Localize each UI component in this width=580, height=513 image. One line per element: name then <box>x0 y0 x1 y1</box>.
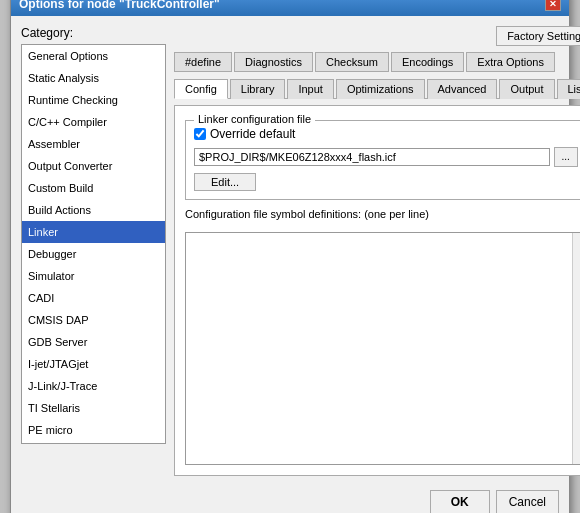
category-item[interactable]: Linker <box>22 221 165 243</box>
tabs-row1: #defineDiagnosticsChecksumEncodingsExtra… <box>174 52 580 72</box>
category-item[interactable]: Simulator <box>22 265 165 287</box>
symbol-textarea[interactable] <box>186 233 580 464</box>
category-item[interactable]: General Options <box>22 45 165 67</box>
tab-row1--define[interactable]: #define <box>174 52 232 72</box>
category-item[interactable]: Build Actions <box>22 199 165 221</box>
category-label: Category: <box>21 26 166 40</box>
tab-row2-library[interactable]: Library <box>230 79 286 99</box>
tab-row2-input[interactable]: Input <box>287 79 333 99</box>
footer: OK Cancel <box>11 486 569 514</box>
tab-row2-advanced[interactable]: Advanced <box>427 79 498 99</box>
category-item[interactable]: PE micro <box>22 419 165 441</box>
category-item[interactable]: Runtime Checking <box>22 89 165 111</box>
edit-button[interactable]: Edit... <box>194 173 256 191</box>
title-bar: Options for node "TruckController" ✕ <box>11 0 569 16</box>
right-panel: Factory Settings #defineDiagnosticsCheck… <box>174 26 580 476</box>
category-item[interactable]: Output Converter <box>22 155 165 177</box>
group-box-legend: Linker configuration file <box>194 113 315 125</box>
main-window: Options for node "TruckController" ✕ Cat… <box>10 0 570 513</box>
override-label: Override default <box>210 127 295 141</box>
category-item[interactable]: I-jet/JTAGjet <box>22 353 165 375</box>
tab-row1-diagnostics[interactable]: Diagnostics <box>234 52 313 72</box>
tab-row1-extra-options[interactable]: Extra Options <box>466 52 555 72</box>
category-item[interactable]: Debugger <box>22 243 165 265</box>
ok-button[interactable]: OK <box>430 490 490 514</box>
main-area: Linker configuration file Override defau… <box>174 105 580 476</box>
category-list: General OptionsStatic AnalysisRuntime Ch… <box>21 44 166 444</box>
tab-row2-optimizations[interactable]: Optimizations <box>336 79 425 99</box>
linker-config-group: Linker configuration file Override defau… <box>185 120 580 200</box>
tabs-row2: ConfigLibraryInputOptimizationsAdvancedO… <box>174 78 580 99</box>
scrollbar-vertical[interactable] <box>572 233 580 464</box>
file-path-input[interactable] <box>194 148 550 166</box>
category-item[interactable]: Static Analysis <box>22 67 165 89</box>
tab-row2-list[interactable]: List <box>557 79 581 99</box>
tab-row2-config[interactable]: Config <box>174 79 228 99</box>
tab-row1-checksum[interactable]: Checksum <box>315 52 389 72</box>
category-item[interactable]: GDB Server <box>22 331 165 353</box>
close-button[interactable]: ✕ <box>545 0 561 11</box>
category-item[interactable]: TI Stellaris <box>22 397 165 419</box>
category-item[interactable]: Custom Build <box>22 177 165 199</box>
cancel-button[interactable]: Cancel <box>496 490 559 514</box>
factory-settings-button[interactable]: Factory Settings <box>496 26 580 46</box>
symbol-definitions-label: Configuration file symbol definitions: (… <box>185 208 580 220</box>
category-item[interactable]: C/C++ Compiler <box>22 111 165 133</box>
category-item[interactable]: J-Link/J-Trace <box>22 375 165 397</box>
browse-button[interactable]: ... <box>554 147 578 167</box>
top-bar: Factory Settings <box>174 26 580 46</box>
symbol-textarea-wrap <box>185 232 580 465</box>
title-bar-controls: ✕ <box>545 0 561 11</box>
override-checkbox-row: Override default <box>194 127 578 141</box>
category-item[interactable]: CADI <box>22 287 165 309</box>
tab-row2-output[interactable]: Output <box>499 79 554 99</box>
category-item[interactable]: ST-LINK <box>22 441 165 444</box>
window-content: Category: General OptionsStatic Analysis… <box>11 16 569 486</box>
tab-row1-encodings[interactable]: Encodings <box>391 52 464 72</box>
file-path-row: ... <box>194 147 578 167</box>
category-item[interactable]: Assembler <box>22 133 165 155</box>
left-panel: Category: General OptionsStatic Analysis… <box>21 26 166 476</box>
window-title: Options for node "TruckController" <box>19 0 220 11</box>
category-item[interactable]: CMSIS DAP <box>22 309 165 331</box>
override-checkbox[interactable] <box>194 128 206 140</box>
